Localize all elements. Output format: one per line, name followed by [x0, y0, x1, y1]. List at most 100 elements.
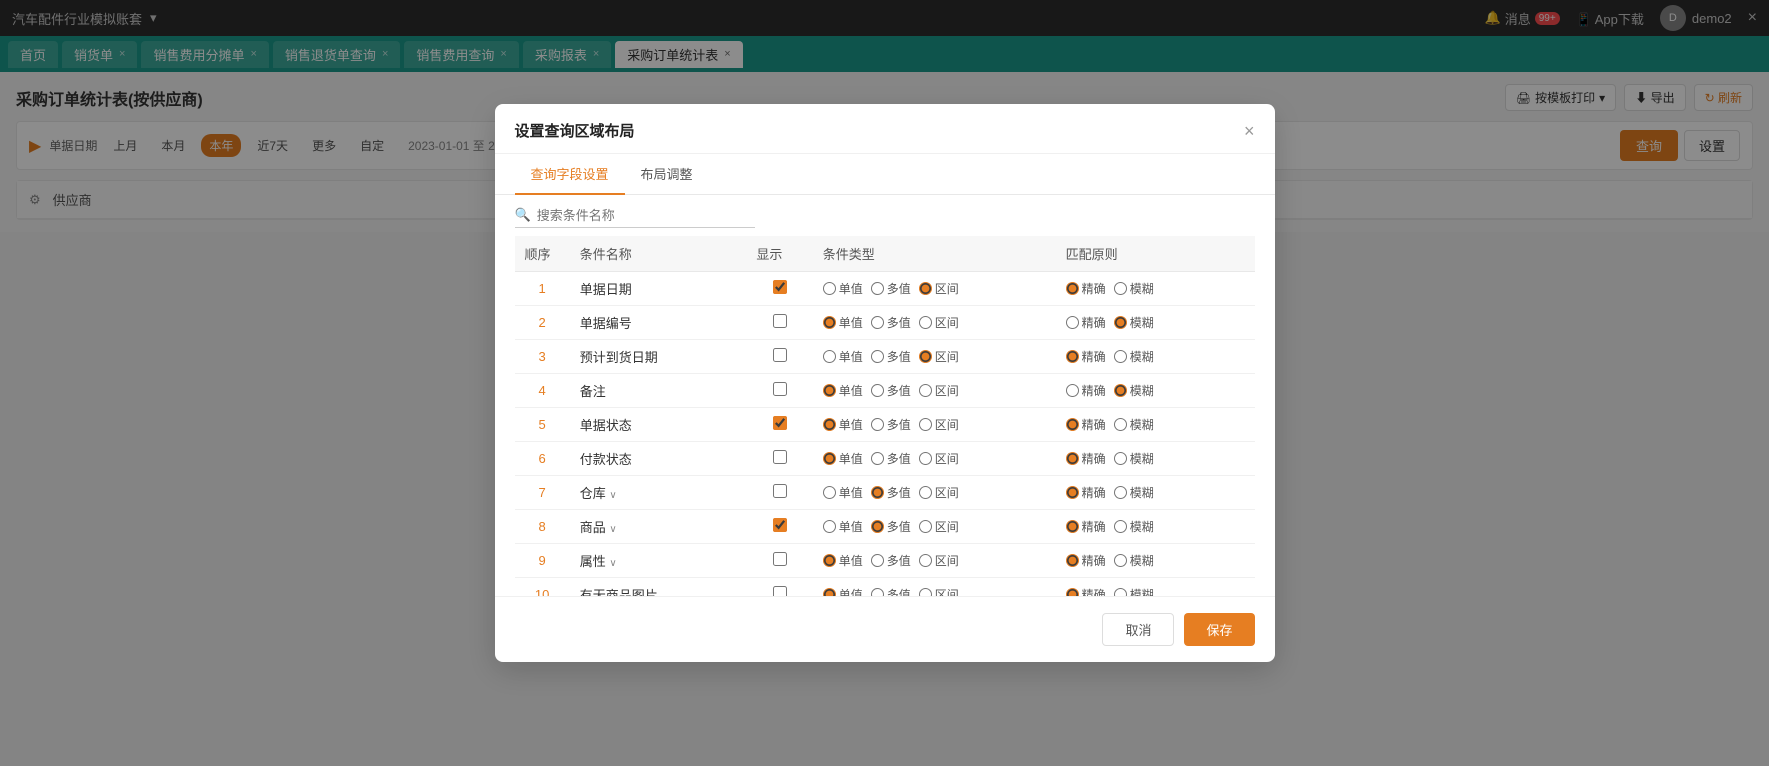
type-radio-区间-8[interactable] [919, 554, 932, 567]
type-option-区间-9[interactable]: 区间 [919, 586, 959, 596]
dropdown-icon[interactable]: ∨ [609, 558, 616, 569]
show-checkbox-1[interactable] [773, 314, 787, 328]
type-option-多值-2[interactable]: 多值 [871, 348, 911, 365]
match-radio-模糊-3[interactable] [1114, 384, 1127, 397]
match-radio-精确-1[interactable] [1066, 316, 1079, 329]
show-checkbox-2[interactable] [773, 348, 787, 362]
type-option-区间-0[interactable]: 区间 [919, 280, 959, 297]
type-radio-多值-4[interactable] [871, 418, 884, 431]
match-radio-精确-3[interactable] [1066, 384, 1079, 397]
type-radio-单值-9[interactable] [823, 588, 836, 596]
match-option-模糊-9[interactable]: 模糊 [1114, 586, 1154, 596]
type-radio-单值-5[interactable] [823, 452, 836, 465]
match-option-精确-6[interactable]: 精确 [1066, 484, 1106, 501]
match-option-模糊-2[interactable]: 模糊 [1114, 348, 1154, 365]
type-radio-单值-4[interactable] [823, 418, 836, 431]
type-radio-单值-2[interactable] [823, 350, 836, 363]
type-radio-区间-6[interactable] [919, 486, 932, 499]
type-radio-区间-2[interactable] [919, 350, 932, 363]
match-radio-模糊-2[interactable] [1114, 350, 1127, 363]
match-radio-模糊-1[interactable] [1114, 316, 1127, 329]
match-option-模糊-5[interactable]: 模糊 [1114, 450, 1154, 467]
type-option-区间-2[interactable]: 区间 [919, 348, 959, 365]
match-option-精确-4[interactable]: 精确 [1066, 416, 1106, 433]
match-radio-精确-4[interactable] [1066, 418, 1079, 431]
type-option-单值-8[interactable]: 单值 [823, 552, 863, 569]
type-radio-多值-1[interactable] [871, 316, 884, 329]
match-radio-模糊-8[interactable] [1114, 554, 1127, 567]
match-radio-精确-0[interactable] [1066, 282, 1079, 295]
search-input[interactable] [537, 208, 755, 223]
match-radio-模糊-5[interactable] [1114, 452, 1127, 465]
match-radio-精确-2[interactable] [1066, 350, 1079, 363]
show-checkbox-6[interactable] [773, 484, 787, 498]
match-option-精确-9[interactable]: 精确 [1066, 586, 1106, 596]
match-radio-精确-8[interactable] [1066, 554, 1079, 567]
type-radio-多值-0[interactable] [871, 282, 884, 295]
type-option-单值-1[interactable]: 单值 [823, 314, 863, 331]
show-checkbox-7[interactable] [773, 518, 787, 532]
type-radio-区间-0[interactable] [919, 282, 932, 295]
match-option-精确-2[interactable]: 精确 [1066, 348, 1106, 365]
type-option-单值-7[interactable]: 单值 [823, 518, 863, 535]
type-option-单值-4[interactable]: 单值 [823, 416, 863, 433]
match-radio-精确-5[interactable] [1066, 452, 1079, 465]
type-option-单值-2[interactable]: 单值 [823, 348, 863, 365]
type-option-单值-5[interactable]: 单值 [823, 450, 863, 467]
type-radio-多值-2[interactable] [871, 350, 884, 363]
type-radio-区间-1[interactable] [919, 316, 932, 329]
type-option-多值-6[interactable]: 多值 [871, 484, 911, 501]
type-radio-多值-9[interactable] [871, 588, 884, 596]
match-radio-模糊-0[interactable] [1114, 282, 1127, 295]
save-button[interactable]: 保存 [1184, 613, 1254, 646]
show-checkbox-3[interactable] [773, 382, 787, 396]
type-radio-多值-6[interactable] [871, 486, 884, 499]
type-radio-区间-7[interactable] [919, 520, 932, 533]
type-option-区间-6[interactable]: 区间 [919, 484, 959, 501]
show-checkbox-9[interactable] [773, 586, 787, 596]
type-option-区间-1[interactable]: 区间 [919, 314, 959, 331]
modal-close-button[interactable]: × [1244, 122, 1255, 140]
match-option-精确-7[interactable]: 精确 [1066, 518, 1106, 535]
match-option-精确-0[interactable]: 精确 [1066, 280, 1106, 297]
type-radio-单值-8[interactable] [823, 554, 836, 567]
type-radio-单值-7[interactable] [823, 520, 836, 533]
match-option-模糊-7[interactable]: 模糊 [1114, 518, 1154, 535]
match-radio-模糊-4[interactable] [1114, 418, 1127, 431]
match-radio-模糊-7[interactable] [1114, 520, 1127, 533]
type-radio-区间-5[interactable] [919, 452, 932, 465]
type-option-单值-3[interactable]: 单值 [823, 382, 863, 399]
match-option-精确-3[interactable]: 精确 [1066, 382, 1106, 399]
type-option-多值-9[interactable]: 多值 [871, 586, 911, 596]
type-radio-单值-0[interactable] [823, 282, 836, 295]
type-radio-单值-6[interactable] [823, 486, 836, 499]
match-option-模糊-6[interactable]: 模糊 [1114, 484, 1154, 501]
match-radio-模糊-6[interactable] [1114, 486, 1127, 499]
match-option-模糊-1[interactable]: 模糊 [1114, 314, 1154, 331]
type-option-多值-5[interactable]: 多值 [871, 450, 911, 467]
type-option-区间-8[interactable]: 区间 [919, 552, 959, 569]
show-checkbox-0[interactable] [773, 280, 787, 294]
match-option-模糊-8[interactable]: 模糊 [1114, 552, 1154, 569]
type-option-区间-7[interactable]: 区间 [919, 518, 959, 535]
type-radio-单值-3[interactable] [823, 384, 836, 397]
match-option-模糊-3[interactable]: 模糊 [1114, 382, 1154, 399]
type-option-多值-7[interactable]: 多值 [871, 518, 911, 535]
match-radio-精确-6[interactable] [1066, 486, 1079, 499]
type-option-多值-0[interactable]: 多值 [871, 280, 911, 297]
show-checkbox-5[interactable] [773, 450, 787, 464]
modal-tab-query-fields[interactable]: 查询字段设置 [515, 154, 625, 195]
match-radio-精确-7[interactable] [1066, 520, 1079, 533]
match-option-精确-8[interactable]: 精确 [1066, 552, 1106, 569]
type-radio-多值-3[interactable] [871, 384, 884, 397]
type-option-单值-6[interactable]: 单值 [823, 484, 863, 501]
type-option-多值-4[interactable]: 多值 [871, 416, 911, 433]
type-option-多值-8[interactable]: 多值 [871, 552, 911, 569]
show-checkbox-4[interactable] [773, 416, 787, 430]
type-option-区间-3[interactable]: 区间 [919, 382, 959, 399]
type-option-多值-3[interactable]: 多值 [871, 382, 911, 399]
match-option-精确-1[interactable]: 精确 [1066, 314, 1106, 331]
modal-tab-layout[interactable]: 布局调整 [625, 154, 709, 195]
type-option-区间-4[interactable]: 区间 [919, 416, 959, 433]
type-radio-区间-4[interactable] [919, 418, 932, 431]
